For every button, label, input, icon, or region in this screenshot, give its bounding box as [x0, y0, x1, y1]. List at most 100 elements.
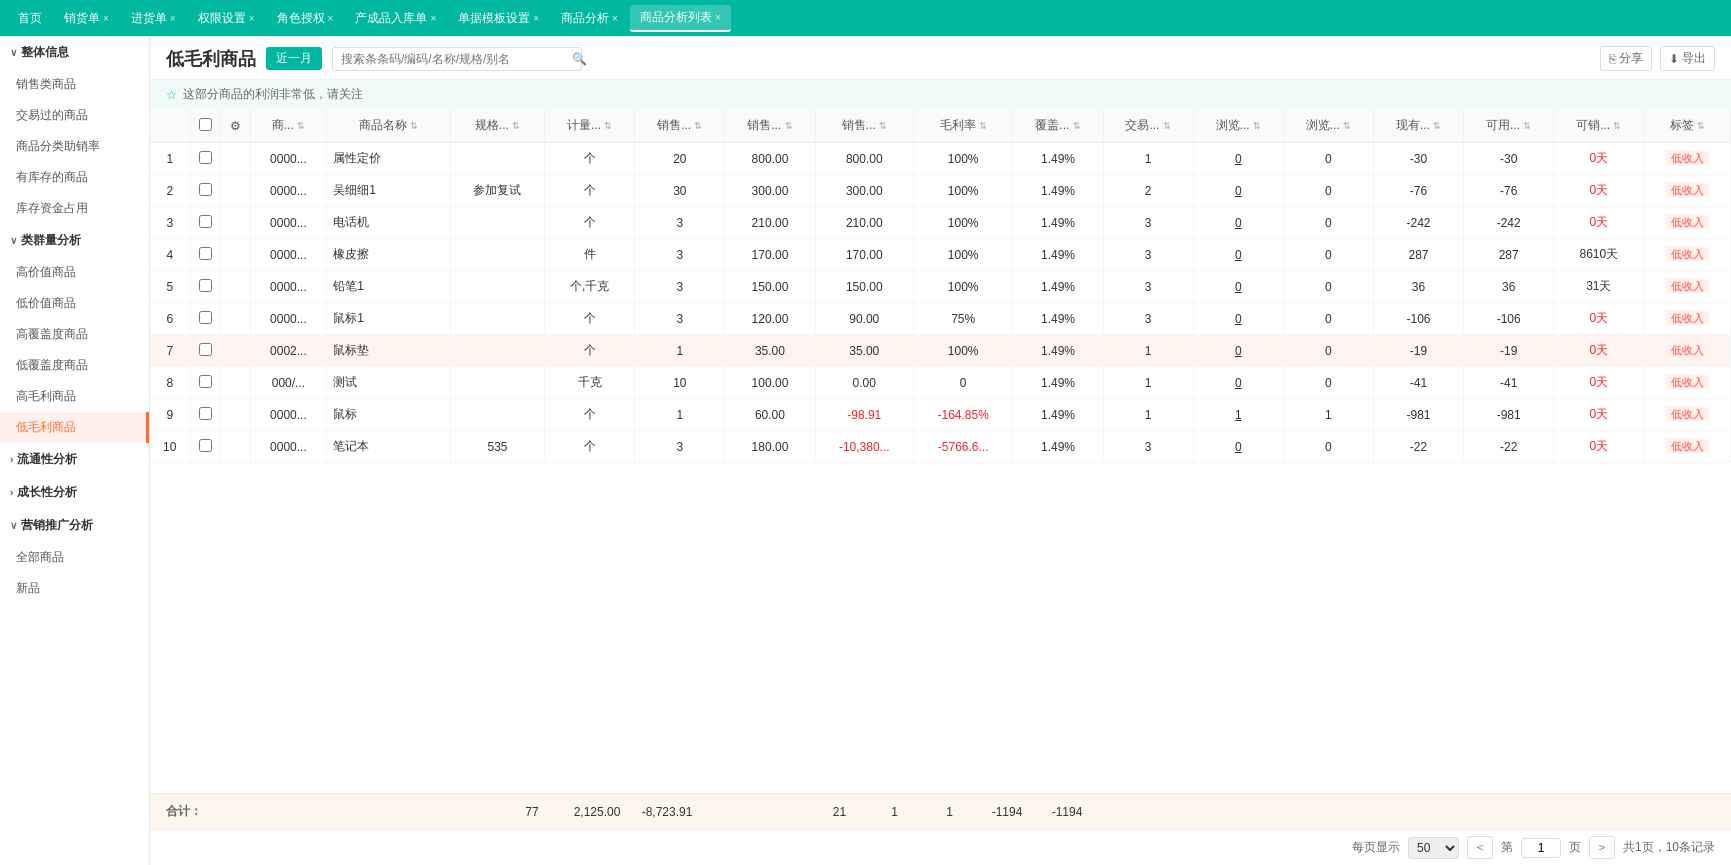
row-checkbox[interactable] — [199, 183, 212, 196]
th-browse1[interactable]: 浏览... ⇅ — [1193, 109, 1283, 143]
sidebar-item-high-coverage[interactable]: 高覆盖度商品 — [0, 319, 149, 350]
row-checkbox[interactable] — [199, 215, 212, 228]
settings-icon[interactable]: ⚙ — [230, 119, 241, 133]
next-page-button[interactable]: ＞ — [1589, 836, 1615, 859]
cell-checkbox[interactable] — [190, 431, 220, 463]
select-all-checkbox[interactable] — [199, 118, 212, 131]
nav-product-analysis[interactable]: 商品分析 × — [551, 6, 628, 31]
cell-browse1[interactable]: 0 — [1193, 207, 1283, 239]
cell-checkbox[interactable] — [190, 399, 220, 431]
th-current-stock[interactable]: 现有... ⇅ — [1373, 109, 1463, 143]
th-browse2[interactable]: 浏览... ⇅ — [1283, 109, 1373, 143]
close-icon[interactable]: × — [430, 13, 436, 24]
cell-browse1[interactable]: 0 — [1193, 335, 1283, 367]
cell-browse1[interactable]: 0 — [1193, 271, 1283, 303]
sidebar-item-traded-products[interactable]: 交易过的商品 — [0, 100, 149, 131]
th-coverage[interactable]: 覆盖... ⇅ — [1013, 109, 1103, 143]
sidebar-item-in-stock-products[interactable]: 有库存的商品 — [0, 162, 149, 193]
page-number-input[interactable] — [1521, 838, 1561, 858]
th-name[interactable]: 商品名称 ⇅ — [327, 109, 451, 143]
row-checkbox[interactable] — [199, 311, 212, 324]
cell-checkbox[interactable] — [190, 271, 220, 303]
nav-sales-order[interactable]: 销货单 × — [54, 6, 119, 31]
row-checkbox[interactable] — [199, 151, 212, 164]
search-input[interactable] — [332, 47, 582, 71]
prev-page-button[interactable]: ＜ — [1467, 836, 1493, 859]
cell-browse1[interactable]: 0 — [1193, 175, 1283, 207]
sidebar-group-overall-info[interactable]: ∨ 整体信息 — [0, 36, 149, 69]
sidebar-item-low-value[interactable]: 低价值商品 — [0, 288, 149, 319]
row-checkbox[interactable] — [199, 343, 212, 356]
browse1-link[interactable]: 0 — [1235, 376, 1242, 390]
cell-browse1[interactable]: 0 — [1193, 431, 1283, 463]
filter-period-button[interactable]: 近一月 — [266, 47, 322, 70]
sidebar-item-sales-products[interactable]: 销售类商品 — [0, 69, 149, 100]
sidebar-item-high-value[interactable]: 高价值商品 — [0, 257, 149, 288]
search-icon[interactable]: 🔍 — [572, 52, 587, 66]
close-icon[interactable]: × — [249, 13, 255, 24]
th-spec[interactable]: 规格... ⇅ — [450, 109, 544, 143]
th-available[interactable]: 可用... ⇅ — [1464, 109, 1554, 143]
sidebar-item-low-coverage[interactable]: 低覆盖度商品 — [0, 350, 149, 381]
sidebar-item-new-products[interactable]: 新品 — [0, 573, 149, 604]
sidebar-item-category-sales-rate[interactable]: 商品分类助销率 — [0, 131, 149, 162]
th-tag[interactable]: 标签 ⇅ — [1644, 109, 1731, 143]
row-checkbox[interactable] — [199, 407, 212, 420]
sidebar-group-cluster-analysis[interactable]: ∨ 类群量分析 — [0, 224, 149, 257]
nav-permission-setting[interactable]: 权限设置 × — [188, 6, 265, 31]
cell-checkbox[interactable] — [190, 335, 220, 367]
th-unit[interactable]: 计量... ⇅ — [545, 109, 635, 143]
cell-checkbox[interactable] — [190, 143, 220, 175]
browse1-link[interactable]: 0 — [1235, 152, 1242, 166]
th-transaction[interactable]: 交易... ⇅ — [1103, 109, 1193, 143]
cell-browse1[interactable]: 1 — [1193, 399, 1283, 431]
row-checkbox[interactable] — [199, 375, 212, 388]
th-sales-count[interactable]: 销售... ⇅ — [635, 109, 725, 143]
row-checkbox[interactable] — [199, 279, 212, 292]
browse1-link[interactable]: 0 — [1235, 344, 1242, 358]
share-button[interactable]: ⎘ 分享 — [1600, 46, 1652, 71]
nav-role-permission[interactable]: 角色授权 × — [267, 6, 344, 31]
sidebar-item-inventory-capital[interactable]: 库存资金占用 — [0, 193, 149, 224]
sidebar-item-all-products[interactable]: 全部商品 — [0, 542, 149, 573]
cell-checkbox[interactable] — [190, 175, 220, 207]
browse1-link[interactable]: 0 — [1235, 312, 1242, 326]
close-icon[interactable]: × — [170, 13, 176, 24]
sidebar-group-growth-analysis[interactable]: › 成长性分析 — [0, 476, 149, 509]
browse1-link[interactable]: 0 — [1235, 440, 1242, 454]
browse1-link[interactable]: 0 — [1235, 248, 1242, 262]
cell-checkbox[interactable] — [190, 239, 220, 271]
nav-purchase-order[interactable]: 进货单 × — [121, 6, 186, 31]
th-settings[interactable]: ⚙ — [220, 109, 250, 143]
sidebar-group-marketing-analysis[interactable]: ∨ 营销推广分析 — [0, 509, 149, 542]
sidebar-group-liquidity-analysis[interactable]: › 流通性分析 — [0, 443, 149, 476]
sidebar-item-high-margin[interactable]: 高毛利商品 — [0, 381, 149, 412]
cell-browse1[interactable]: 0 — [1193, 143, 1283, 175]
th-gross-margin[interactable]: 毛利率 ⇅ — [913, 109, 1012, 143]
browse1-link[interactable]: 1 — [1235, 408, 1242, 422]
export-button[interactable]: ⬇ 导出 — [1660, 46, 1715, 71]
sidebar-item-low-margin[interactable]: 低毛利商品 — [0, 412, 149, 443]
cell-checkbox[interactable] — [190, 303, 220, 335]
cell-checkbox[interactable] — [190, 367, 220, 399]
nav-template-setting[interactable]: 单据模板设置 × — [448, 6, 549, 31]
th-sales-amount[interactable]: 销售... ⇅ — [725, 109, 815, 143]
cell-checkbox[interactable] — [190, 207, 220, 239]
close-icon[interactable]: × — [328, 13, 334, 24]
browse1-link[interactable]: 0 — [1235, 280, 1242, 294]
close-icon[interactable]: × — [533, 13, 539, 24]
nav-home[interactable]: 首页 — [8, 6, 52, 31]
browse1-link[interactable]: 0 — [1235, 184, 1242, 198]
th-checkbox[interactable] — [190, 109, 220, 143]
th-sales-profit[interactable]: 销售... ⇅ — [815, 109, 913, 143]
row-checkbox[interactable] — [199, 439, 212, 452]
cell-browse1[interactable]: 0 — [1193, 303, 1283, 335]
cell-browse1[interactable]: 0 — [1193, 367, 1283, 399]
close-icon[interactable]: × — [612, 13, 618, 24]
close-icon[interactable]: × — [715, 12, 721, 23]
nav-product-analysis-list[interactable]: 商品分析列表 × — [630, 5, 731, 32]
cell-browse1[interactable]: 0 — [1193, 239, 1283, 271]
row-checkbox[interactable] — [199, 247, 212, 260]
close-icon[interactable]: × — [103, 13, 109, 24]
th-sellable[interactable]: 可销... ⇅ — [1554, 109, 1644, 143]
